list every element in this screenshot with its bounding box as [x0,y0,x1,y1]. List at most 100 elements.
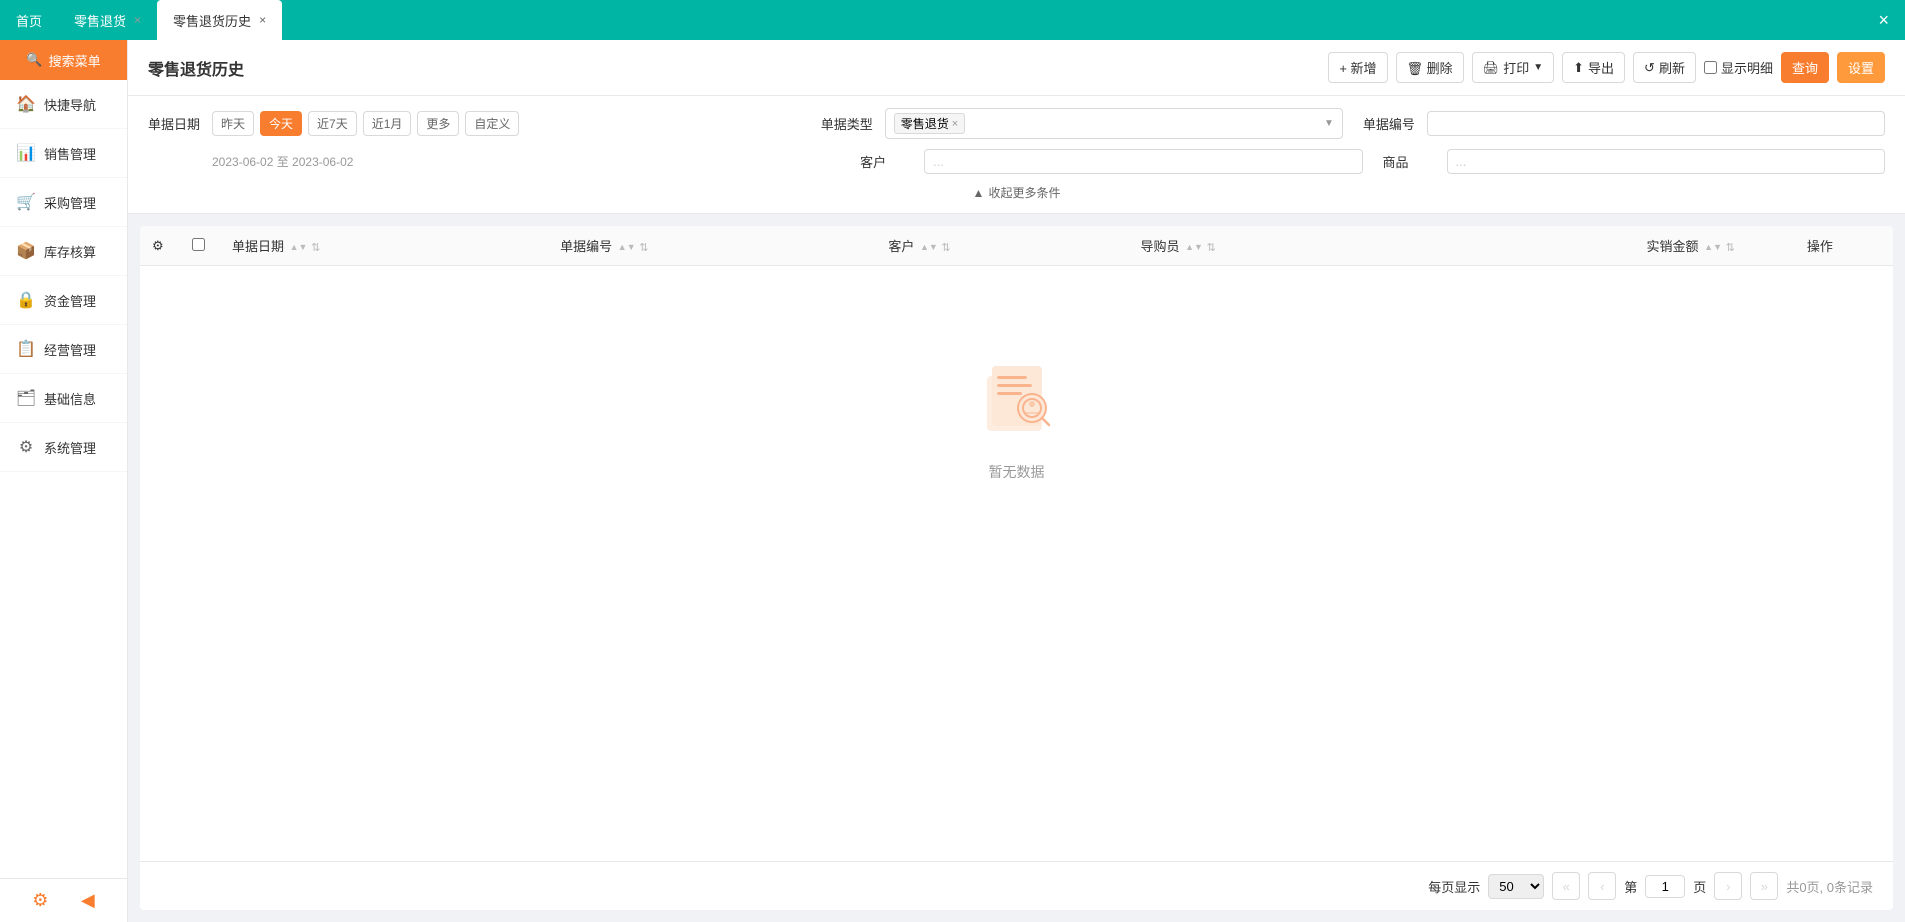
customer-input[interactable]: ... [924,149,1362,174]
customer-placeholder: ... [933,154,944,169]
amount-sort-icon: ▲▼ [1704,243,1722,252]
sidebar-collapse-button[interactable]: ◀ [81,890,95,911]
product-label: 商品 [1383,152,1439,171]
tab-retail-return-close[interactable]: × [134,13,141,27]
sidebar-search[interactable]: 🔍 搜索菜单 [0,40,127,80]
sidebar-item-finance[interactable]: 🔒 资金管理 [0,276,127,325]
page-header: 零售退货历史 + 新增 🗑 删除 🖨 🖨 打印 打印 ▼ ⬆ 导出 ↺ 刷新 [128,40,1905,96]
system-icon: ⚙ [16,437,36,457]
table-body: 暂无数据 [140,266,1893,563]
next-page-button[interactable]: › [1714,872,1742,900]
tab-retail-return-label: 零售退货 [74,11,126,30]
doc-type-filter-item: 单据类型 零售退货 × ▼ [821,108,1343,139]
tab-retail-return-history-label: 零售退货历史 [173,11,251,30]
tab-home[interactable]: 首页 [0,0,58,40]
last-page-button[interactable]: » [1750,872,1778,900]
page-title: 零售退货历史 [148,56,244,92]
doc-number-filter-item: 单据编号 [1363,111,1885,136]
sidebar-item-basic-label: 基础信息 [44,389,96,408]
date-last7-btn[interactable]: 近7天 [308,111,357,136]
sidebar-item-purchase[interactable]: 🛒 采购管理 [0,178,127,227]
collapse-button[interactable]: ▲ 收起更多条件 [973,184,1061,201]
th-doc-date-label: 单据日期 [232,239,284,254]
empty-state-row: 暂无数据 [140,266,1893,563]
th-guide-label: 导购员 [1141,239,1180,254]
doc-type-tag-text: 零售退货 [901,115,949,132]
sidebar-settings-button[interactable]: ⚙ [32,890,48,911]
date-last-month-btn[interactable]: 近1月 [363,111,412,136]
search-icon: 🔍 [26,52,42,68]
date-range-text: 2023-06-02 至 2023-06-02 [212,153,353,170]
page-number-input[interactable] [1645,875,1685,898]
th-doc-number[interactable]: 单据编号 ▲▼ [548,226,876,266]
finance-icon: 🔒 [16,290,36,310]
toolbar: + 新增 🗑 删除 🖨 🖨 打印 打印 ▼ ⬆ 导出 ↺ 刷新 [1328,52,1885,95]
sidebar-item-system[interactable]: ⚙ 系统管理 [0,423,127,472]
top-bar: 首页 零售退货 × 零售退货历史 × × [0,0,1905,40]
doc-date-sort-icon: ▲▼ [290,243,308,252]
doc-type-tag: 零售退货 × [894,113,965,134]
settings-button[interactable]: 设置 [1837,52,1885,83]
first-page-button[interactable]: « [1552,872,1580,900]
show-detail-checkbox[interactable] [1704,61,1717,74]
doc-type-dropdown-icon: ▼ [1324,118,1334,129]
date-yesterday-btn[interactable]: 昨天 [212,111,254,136]
date-custom-btn[interactable]: 自定义 [465,111,519,136]
sidebar-item-sales[interactable]: 📊 销售管理 [0,129,127,178]
export-button[interactable]: ⬆ 导出 [1562,52,1625,83]
date-more-btn[interactable]: 更多 [417,111,459,136]
select-all-checkbox[interactable] [192,238,205,251]
date-range-display: 2023-06-02 至 2023-06-02 [148,153,840,170]
tab-retail-return-history-close[interactable]: × [259,13,266,27]
refresh-button[interactable]: ↺ 刷新 [1633,52,1696,83]
print-button[interactable]: 🖨 🖨 打印 打印 ▼ [1472,52,1554,83]
tab-retail-return[interactable]: 零售退货 × [58,0,157,40]
sidebar-item-purchase-label: 采购管理 [44,193,96,212]
table-container[interactable]: ⚙ 单据日期 ▲▼ 单据编号 [140,226,1893,861]
th-customer[interactable]: 客户 ▲▼ [876,226,1128,266]
sidebar-item-basic[interactable]: 🗂 基础信息 [0,374,127,423]
th-guide[interactable]: 导购员 ▲▼ [1129,226,1419,266]
doc-type-tag-close[interactable]: × [952,118,958,130]
th-checkbox[interactable] [180,226,220,266]
window-close-button[interactable]: × [1878,10,1905,31]
export-label: 导出 [1588,58,1614,77]
query-button[interactable]: 查询 [1781,52,1829,83]
refresh-icon: ↺ [1644,60,1655,76]
th-amount[interactable]: 实销金额 ▲▼ [1419,226,1747,266]
content-inner: ⚙ 单据日期 ▲▼ 单据编号 [128,214,1905,922]
new-button[interactable]: + 新增 [1328,52,1387,83]
sidebar-nav: 🏠 快捷导航 📊 销售管理 🛒 采购管理 📦 库存核算 🔒 资金管理 📋 [0,80,127,878]
date-today-btn[interactable]: 今天 [260,111,302,136]
th-doc-number-label: 单据编号 [560,239,612,254]
show-detail-checkbox-label[interactable]: 显示明细 [1704,58,1773,77]
empty-illustration [967,346,1067,446]
sidebar: 🔍 搜索菜单 🏠 快捷导航 📊 销售管理 🛒 采购管理 📦 库存核算 🔒 [0,40,128,922]
content: 零售退货历史 + 新增 🗑 删除 🖨 🖨 打印 打印 ▼ ⬆ 导出 ↺ 刷新 [128,40,1905,922]
sidebar-bottom: ⚙ ◀ [0,878,127,922]
prev-page-button[interactable]: ‹ [1588,872,1616,900]
tab-retail-return-history[interactable]: 零售退货历史 × [157,0,282,40]
refresh-label: 刷新 [1659,58,1685,77]
home-icon: 🏠 [16,94,36,114]
th-doc-date[interactable]: 单据日期 ▲▼ [220,226,548,266]
sidebar-item-quick-nav[interactable]: 🏠 快捷导航 [0,80,127,129]
customer-label: 客户 [860,152,916,171]
page-size-select[interactable]: 20 50 100 200 [1488,874,1544,899]
empty-state: 暂无数据 [140,266,1893,562]
th-settings[interactable]: ⚙ [140,226,180,266]
sidebar-item-inventory[interactable]: 📦 库存核算 [0,227,127,276]
doc-type-select[interactable]: 零售退货 × ▼ [885,108,1343,139]
sales-icon: 📊 [16,143,36,163]
empty-state-cell: 暂无数据 [140,266,1893,563]
data-table: ⚙ 单据日期 ▲▼ 单据编号 [140,226,1893,562]
page-size-label: 每页显示 [1428,877,1480,896]
page-total: 共0页, 0条记录 [1786,877,1873,896]
doc-number-input[interactable] [1427,111,1885,136]
collapse-label: 收起更多条件 [988,184,1060,201]
product-input[interactable]: ... [1447,149,1885,174]
sidebar-search-label: 搜索菜单 [49,51,101,70]
export-icon: ⬆ [1573,60,1584,76]
sidebar-item-operation[interactable]: 📋 经营管理 [0,325,127,374]
delete-button[interactable]: 🗑 删除 [1396,52,1464,83]
